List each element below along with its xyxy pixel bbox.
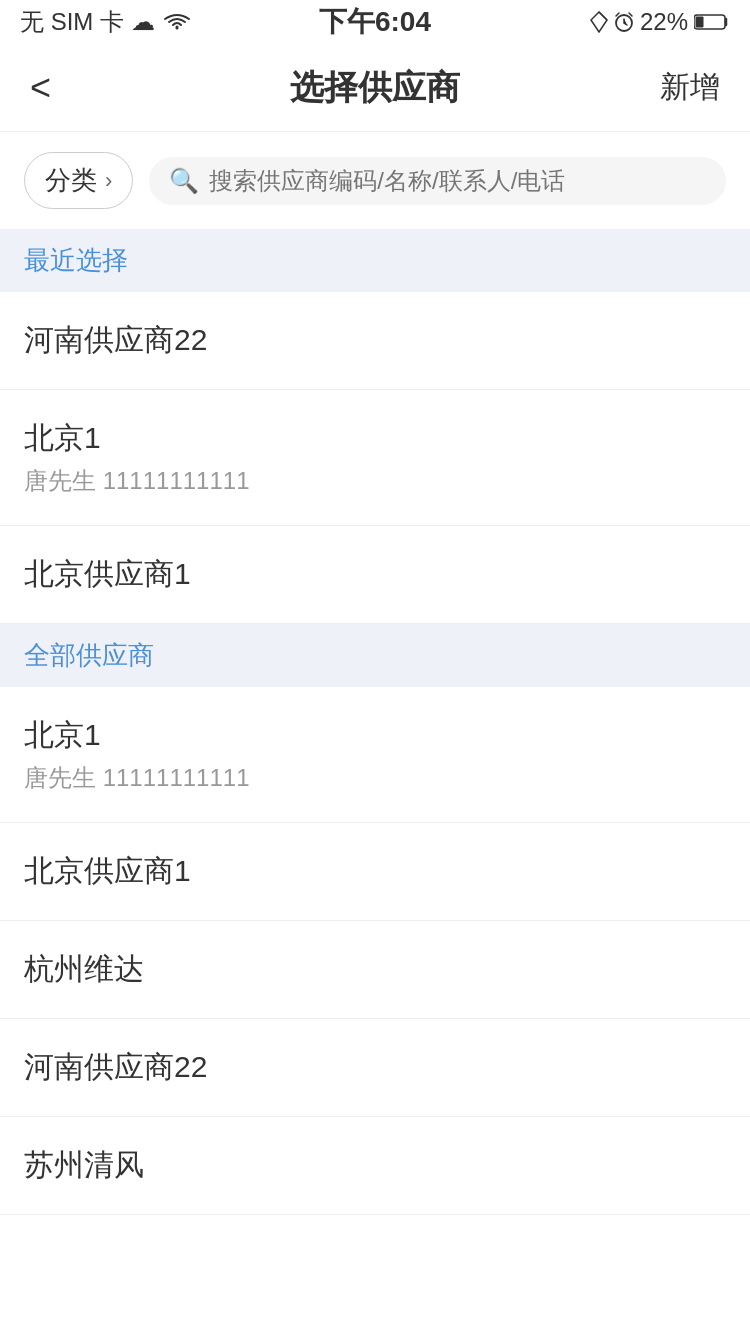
battery-percentage: 22%: [640, 8, 688, 36]
search-box: 🔍: [149, 157, 726, 205]
item-name: 北京供应商1: [24, 554, 726, 595]
item-name: 河南供应商22: [24, 320, 726, 361]
alarm-icon: [614, 11, 634, 33]
recent-section-label: 最近选择: [24, 245, 128, 275]
list-item[interactable]: 北京1 唐先生 11111111111: [0, 390, 750, 526]
category-label: 分类: [45, 163, 97, 198]
list-item[interactable]: 河南供应商22: [0, 1019, 750, 1117]
item-name: 北京供应商1: [24, 851, 726, 892]
item-name: 北京1: [24, 418, 726, 459]
page-title: 选择供应商: [290, 65, 460, 111]
item-sub: 唐先生 11111111111: [24, 465, 726, 497]
battery-icon: [694, 13, 730, 31]
recent-list: 河南供应商22 北京1 唐先生 11111111111 北京供应商1: [0, 292, 750, 624]
search-icon: 🔍: [169, 167, 199, 195]
status-right: 22%: [590, 8, 730, 36]
item-name: 河南供应商22: [24, 1047, 726, 1088]
recent-section-header: 最近选择: [0, 229, 750, 292]
all-section-header: 全部供应商: [0, 624, 750, 687]
sim-text: 无 SIM 卡 ☁: [20, 6, 155, 38]
svg-rect-2: [696, 17, 704, 28]
list-item[interactable]: 杭州维达: [0, 921, 750, 1019]
item-name: 苏州清风: [24, 1145, 726, 1186]
list-item[interactable]: 苏州清风: [0, 1117, 750, 1215]
search-input[interactable]: [209, 167, 706, 195]
all-list: 北京1 唐先生 11111111111 北京供应商1 杭州维达河南供应商22 苏州清风: [0, 687, 750, 1215]
back-button[interactable]: <: [30, 67, 51, 109]
location-icon: [590, 11, 608, 33]
wifi-icon: [163, 12, 191, 32]
list-item[interactable]: 北京供应商1: [0, 823, 750, 921]
status-bar: 无 SIM 卡 ☁ 下午6:04 22%: [0, 0, 750, 44]
status-left: 无 SIM 卡 ☁: [20, 6, 191, 38]
chevron-right-icon: ›: [105, 168, 112, 194]
filter-bar: 分类 › 🔍: [0, 132, 750, 229]
list-item[interactable]: 河南供应商22: [0, 292, 750, 390]
all-section-label: 全部供应商: [24, 640, 154, 670]
item-name: 北京1: [24, 715, 726, 756]
list-item[interactable]: 北京1 唐先生 11111111111: [0, 687, 750, 823]
item-sub: 唐先生 11111111111: [24, 762, 726, 794]
add-button[interactable]: 新增: [660, 67, 720, 108]
nav-bar: < 选择供应商 新增: [0, 44, 750, 132]
item-name: 杭州维达: [24, 949, 726, 990]
list-item[interactable]: 北京供应商1: [0, 526, 750, 624]
category-button[interactable]: 分类 ›: [24, 152, 133, 209]
status-time: 下午6:04: [319, 3, 431, 41]
